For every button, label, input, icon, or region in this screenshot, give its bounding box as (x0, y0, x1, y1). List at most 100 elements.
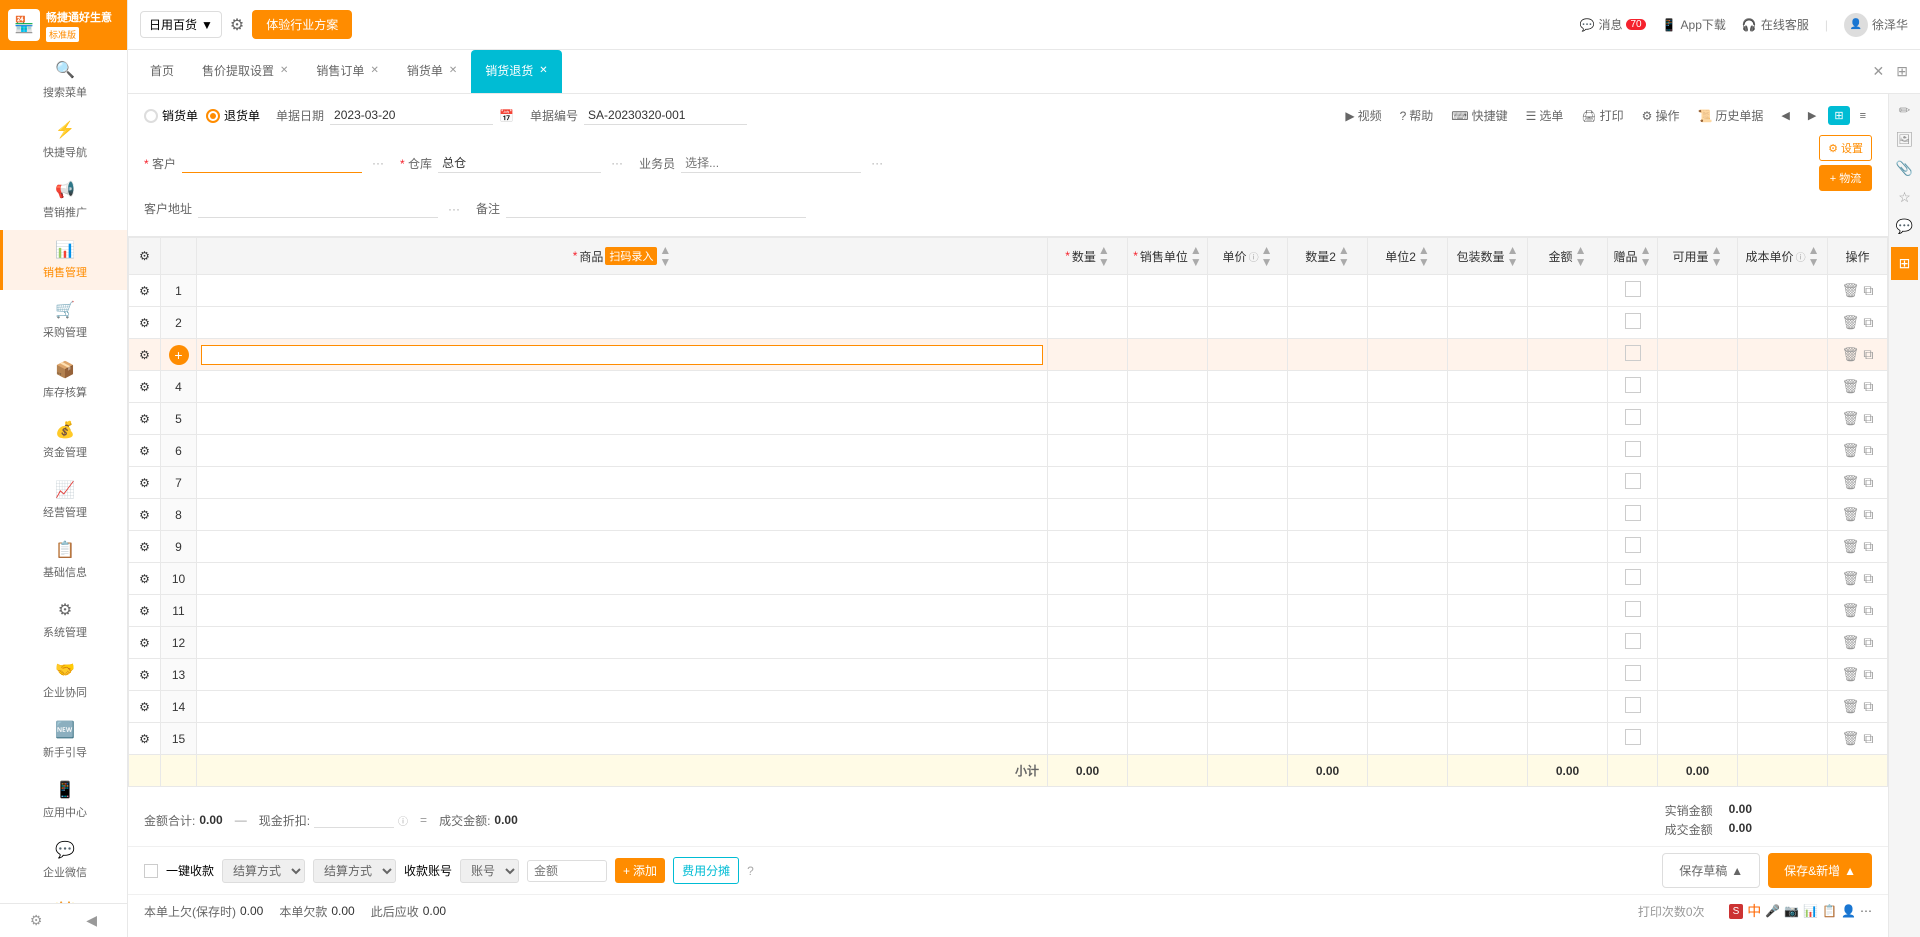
gift-cell-3[interactable] (1608, 339, 1658, 371)
price-cell-12[interactable] (1208, 627, 1288, 659)
available-cell-4[interactable] (1658, 371, 1738, 403)
unit-cell-10[interactable] (1128, 563, 1208, 595)
cost-cell-8[interactable] (1738, 499, 1828, 531)
address-input[interactable] (198, 199, 438, 218)
gift-cell-12[interactable] (1608, 627, 1658, 659)
amount-cell-3[interactable] (1528, 339, 1608, 371)
industry-selector[interactable]: 日用百货 ▼ (140, 11, 222, 38)
amount-cell-6[interactable] (1528, 435, 1608, 467)
rfp-attach[interactable]: 📎 (1896, 160, 1913, 177)
product-cell-4[interactable] (197, 371, 1048, 403)
sidebar-item-inventory[interactable]: 📦库存核算 (0, 350, 127, 410)
gift-cell-7[interactable] (1608, 467, 1658, 499)
gift-cell-8[interactable] (1608, 499, 1658, 531)
tab-sales-order[interactable]: 销售订单✕ (302, 50, 392, 93)
product-cell-2[interactable] (197, 307, 1048, 339)
cost-cell-15[interactable] (1738, 723, 1828, 755)
amount-cell-11[interactable] (1528, 595, 1608, 627)
gift-checkbox-8[interactable] (1625, 505, 1641, 521)
copy-icon-11[interactable]: ⧉ (1863, 602, 1873, 619)
product-cell-1[interactable] (197, 275, 1048, 307)
qty2-cell-11[interactable] (1288, 595, 1368, 627)
available-cell-3[interactable] (1658, 339, 1738, 371)
customer-select-btn[interactable]: ··· (372, 156, 384, 170)
available-cell-5[interactable] (1658, 403, 1738, 435)
copy-icon-15[interactable]: ⧉ (1863, 730, 1873, 747)
available-cell-8[interactable] (1658, 499, 1738, 531)
online-service-btn[interactable]: 🎧 在线客服 (1742, 16, 1809, 33)
operation-btn[interactable]: ⚙ 操作 (1636, 104, 1686, 127)
cost-cell-12[interactable] (1738, 627, 1828, 659)
gift-checkbox-2[interactable] (1625, 313, 1641, 329)
discount-info-icon[interactable]: ⓘ (398, 813, 408, 828)
cost-cell-7[interactable] (1738, 467, 1828, 499)
unit-cell-5[interactable] (1128, 403, 1208, 435)
qty-cell-15[interactable] (1048, 723, 1128, 755)
row-settings-15[interactable]: ⚙ (129, 723, 161, 755)
price-cell-2[interactable] (1208, 307, 1288, 339)
product-cell-15[interactable] (197, 723, 1048, 755)
unit-cell-6[interactable] (1128, 435, 1208, 467)
cost-cell-5[interactable] (1738, 403, 1828, 435)
warehouse-select-btn[interactable]: ··· (611, 156, 623, 170)
row-settings-5[interactable]: ⚙ (129, 403, 161, 435)
pkg-cell-13[interactable] (1448, 659, 1528, 691)
amount-cell-4[interactable] (1528, 371, 1608, 403)
discount-input[interactable] (314, 813, 394, 828)
amount-cell-1[interactable] (1528, 275, 1608, 307)
sidebar-item-operations[interactable]: 📈经营管理 (0, 470, 127, 530)
rfp-star[interactable]: ☆ (1898, 189, 1911, 206)
price-cell-1[interactable] (1208, 275, 1288, 307)
gift-checkbox-10[interactable] (1625, 569, 1641, 585)
pkg-cell-9[interactable] (1448, 531, 1528, 563)
delete-icon-1[interactable]: 🗑 (1842, 282, 1860, 299)
amount-cell-14[interactable] (1528, 691, 1608, 723)
nav-next-btn[interactable]: ▶ (1802, 106, 1822, 125)
price-cell-14[interactable] (1208, 691, 1288, 723)
gift-checkbox-3[interactable] (1625, 345, 1641, 361)
experience-btn[interactable]: 体验行业方案 (252, 10, 352, 39)
copy-icon-5[interactable]: ⧉ (1863, 410, 1873, 427)
row-settings-6[interactable]: ⚙ (129, 435, 161, 467)
sidebar-collapse-btn[interactable]: ◀ (86, 912, 97, 929)
unit2-cell-11[interactable] (1368, 595, 1448, 627)
rfp-edit[interactable]: ✏ (1899, 102, 1911, 119)
qty-cell-14[interactable] (1048, 691, 1128, 723)
available-cell-11[interactable] (1658, 595, 1738, 627)
qty2-cell-8[interactable] (1288, 499, 1368, 531)
qty-cell-8[interactable] (1048, 499, 1128, 531)
qty2-cell-5[interactable] (1288, 403, 1368, 435)
sidebar-item-sales[interactable]: 📊销售管理 (0, 230, 127, 290)
th-settings[interactable]: ⚙ (129, 238, 161, 275)
pkg-cell-2[interactable] (1448, 307, 1528, 339)
list-view-btn[interactable]: ≡ (1854, 106, 1872, 125)
amount-cell-2[interactable] (1528, 307, 1608, 339)
delete-icon-2[interactable]: 🗑 (1842, 314, 1860, 331)
sidebar-item-purchase[interactable]: 🛒采购管理 (0, 290, 127, 350)
row-settings-11[interactable]: ⚙ (129, 595, 161, 627)
tab-sales-delivery[interactable]: 销货单✕ (393, 50, 471, 93)
add-payment-btn[interactable]: + 添加 (615, 858, 665, 883)
copy-icon-6[interactable]: ⧉ (1863, 442, 1873, 459)
copy-icon-4[interactable]: ⧉ (1863, 378, 1873, 395)
salesperson-input[interactable] (681, 154, 861, 173)
gift-cell-6[interactable] (1608, 435, 1658, 467)
gift-cell-2[interactable] (1608, 307, 1658, 339)
product-cell-7[interactable] (197, 467, 1048, 499)
unit-cell-9[interactable] (1128, 531, 1208, 563)
address-select-btn[interactable]: ··· (448, 202, 460, 216)
unit2-cell-15[interactable] (1368, 723, 1448, 755)
payment-help-icon[interactable]: ? (747, 864, 754, 878)
amount-cell-9[interactable] (1528, 531, 1608, 563)
delete-icon-4[interactable]: 🗑 (1842, 378, 1860, 395)
unit2-cell-9[interactable] (1368, 531, 1448, 563)
copy-icon-7[interactable]: ⧉ (1863, 474, 1873, 491)
product-cell-14[interactable] (197, 691, 1048, 723)
nav-prev-btn[interactable]: ◀ (1775, 106, 1795, 125)
rfp-table[interactable]: ⊞ (1891, 247, 1918, 280)
payment-amount-input[interactable] (527, 860, 607, 882)
row-settings-14[interactable]: ⚙ (129, 691, 161, 723)
calculation-method-select[interactable]: 结算方式 (313, 859, 396, 883)
product-cell-9[interactable] (197, 531, 1048, 563)
gift-cell-9[interactable] (1608, 531, 1658, 563)
